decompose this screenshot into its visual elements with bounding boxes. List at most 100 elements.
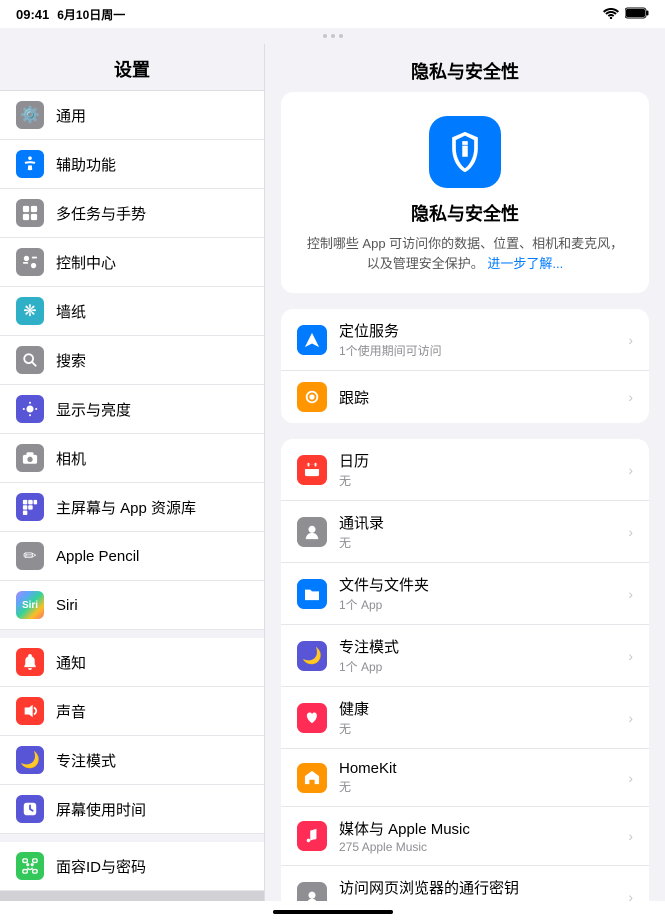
health-item[interactable]: 健康 无 › — [281, 687, 649, 749]
health-chevron: › — [628, 710, 633, 726]
files-item[interactable]: 文件与文件夹 1个 App › — [281, 563, 649, 625]
files-chevron: › — [628, 586, 633, 602]
sidebar-label-screentime: 屏幕使用时间 — [56, 799, 146, 820]
top-dots — [0, 28, 665, 44]
screentime-icon — [16, 795, 44, 823]
multitasking-icon — [16, 199, 44, 227]
sidebar-item-privacy[interactable]: 隐私与安全性 — [0, 891, 264, 901]
sidebar-label-wallpaper: 墙纸 — [56, 301, 86, 322]
media-music-chevron: › — [628, 828, 633, 844]
homekit-icon — [297, 763, 327, 793]
sidebar-label-control: 控制中心 — [56, 252, 116, 273]
tracking-icon — [297, 382, 327, 412]
sidebar-label-siri: Siri — [56, 597, 78, 614]
sidebar-item-camera[interactable]: 相机 — [0, 434, 264, 483]
tracking-chevron: › — [628, 389, 633, 405]
media-music-text: 媒体与 Apple Music 275 Apple Music — [339, 818, 620, 854]
location-services-icon — [297, 325, 327, 355]
sidebar-label-pencil: Apple Pencil — [56, 548, 139, 565]
status-date: 6月10日周一 — [57, 6, 125, 23]
sidebar-label-general: 通用 — [56, 105, 86, 126]
sidebar-item-screentime[interactable]: 屏幕使用时间 — [0, 785, 264, 834]
sidebar-item-display[interactable]: 显示与亮度 — [0, 385, 264, 434]
media-music-title: 媒体与 Apple Music — [339, 818, 620, 839]
calendar-item[interactable]: 日 日历 无 › — [281, 439, 649, 501]
web-passkeys-title: 访问网页浏览器的通行密钥 — [339, 877, 620, 898]
sidebar-item-sounds[interactable]: 声音 — [0, 687, 264, 736]
location-services-text: 定位服务 1个使用期间可访问 — [339, 320, 620, 359]
contacts-icon — [297, 517, 327, 547]
tracking-item[interactable]: 跟踪 › — [281, 371, 649, 423]
svg-text:日: 日 — [308, 470, 314, 477]
media-music-subtitle: 275 Apple Music — [339, 840, 620, 854]
wallpaper-icon: ❋ — [16, 297, 44, 325]
location-services-chevron: › — [628, 332, 633, 348]
display-icon — [16, 395, 44, 423]
health-subtitle: 无 — [339, 720, 620, 737]
hero-icon — [429, 116, 501, 188]
location-section: 定位服务 1个使用期间可访问 › 跟踪 › — [281, 309, 649, 423]
web-passkeys-text: 访问网页浏览器的通行密钥 无 — [339, 877, 620, 901]
calendar-title: 日历 — [339, 450, 620, 471]
contacts-text: 通讯录 无 — [339, 512, 620, 551]
focus2-icon: 🌙 — [297, 641, 327, 671]
general-icon: ⚙️ — [16, 101, 44, 129]
sidebar-item-control[interactable]: 控制中心 — [0, 238, 264, 287]
sidebar-label-camera: 相机 — [56, 448, 86, 469]
sidebar-label-multitasking: 多任务与手势 — [56, 203, 146, 224]
location-services-item[interactable]: 定位服务 1个使用期间可访问 › — [281, 309, 649, 371]
homescreen-icon — [16, 493, 44, 521]
files-icon — [297, 579, 327, 609]
hero-link[interactable]: 进一步了解... — [487, 256, 563, 271]
status-bar: 09:41 6月10日周一 — [0, 0, 665, 28]
sidebar-item-focus[interactable]: 🌙 专注模式 — [0, 736, 264, 785]
web-passkeys-item[interactable]: 访问网页浏览器的通行密钥 无 › — [281, 866, 649, 901]
sidebar-item-accessibility[interactable]: 辅助功能 — [0, 140, 264, 189]
tracking-title: 跟踪 — [339, 387, 620, 408]
sidebar-item-pencil[interactable]: ✏ Apple Pencil — [0, 532, 264, 581]
contacts-subtitle: 无 — [339, 534, 620, 551]
faceid-icon — [16, 852, 44, 880]
contacts-title: 通讯录 — [339, 512, 620, 533]
sidebar-item-multitasking[interactable]: 多任务与手势 — [0, 189, 264, 238]
camera-icon — [16, 444, 44, 472]
health-icon — [297, 703, 327, 733]
homekit-chevron: › — [628, 770, 633, 786]
contacts-chevron: › — [628, 524, 633, 540]
homekit-text: HomeKit 无 — [339, 760, 620, 795]
health-text: 健康 无 — [339, 698, 620, 737]
sidebar-list: ⚙️ 通用 辅助功能 多任务与手势 控制中心 — [0, 91, 264, 901]
homekit-item[interactable]: HomeKit 无 › — [281, 749, 649, 807]
focus-icon: 🌙 — [16, 746, 44, 774]
group-divider-2 — [0, 834, 264, 842]
hero-card: 隐私与安全性 控制哪些 App 可访问你的数据、位置、相机和麦克风，以及管理安全… — [281, 92, 649, 293]
sidebar-item-search[interactable]: 搜索 — [0, 336, 264, 385]
sidebar-label-sounds: 声音 — [56, 701, 86, 722]
notifications-icon — [16, 648, 44, 676]
sidebar-item-homescreen[interactable]: 主屏幕与 App 资源库 — [0, 483, 264, 532]
contacts-item[interactable]: 通讯录 无 › — [281, 501, 649, 563]
sidebar-item-siri[interactable]: Siri Siri — [0, 581, 264, 630]
sidebar-label-faceid: 面容ID与密码 — [56, 856, 146, 877]
sidebar-item-wallpaper[interactable]: ❋ 墙纸 — [0, 287, 264, 336]
home-bar — [273, 910, 393, 914]
media-music-item[interactable]: 媒体与 Apple Music 275 Apple Music › — [281, 807, 649, 866]
web-passkeys-icon — [297, 882, 327, 902]
sidebar-item-general[interactable]: ⚙️ 通用 — [0, 91, 264, 140]
hero-desc: 控制哪些 App 可访问你的数据、位置、相机和麦克风，以及管理安全保护。 进一步… — [301, 234, 629, 273]
home-indicator — [0, 901, 665, 923]
files-title: 文件与文件夹 — [339, 574, 620, 595]
sidebar-item-faceid[interactable]: 面容ID与密码 — [0, 842, 264, 891]
sidebar-item-notifications[interactable]: 通知 — [0, 638, 264, 687]
sidebar: 设置 ⚙️ 通用 辅助功能 多任务与手势 — [0, 44, 265, 901]
calendar-chevron: › — [628, 462, 633, 478]
focus2-chevron: › — [628, 648, 633, 664]
focus2-item[interactable]: 🌙 专注模式 1个 App › — [281, 625, 649, 687]
sidebar-label-display: 显示与亮度 — [56, 399, 131, 420]
sounds-icon — [16, 697, 44, 725]
sidebar-label-homescreen: 主屏幕与 App 资源库 — [56, 497, 196, 518]
permissions-section: 日 日历 无 › 通讯录 无 › — [281, 439, 649, 901]
group-divider-1 — [0, 630, 264, 638]
calendar-icon: 日 — [297, 455, 327, 485]
media-music-icon — [297, 821, 327, 851]
